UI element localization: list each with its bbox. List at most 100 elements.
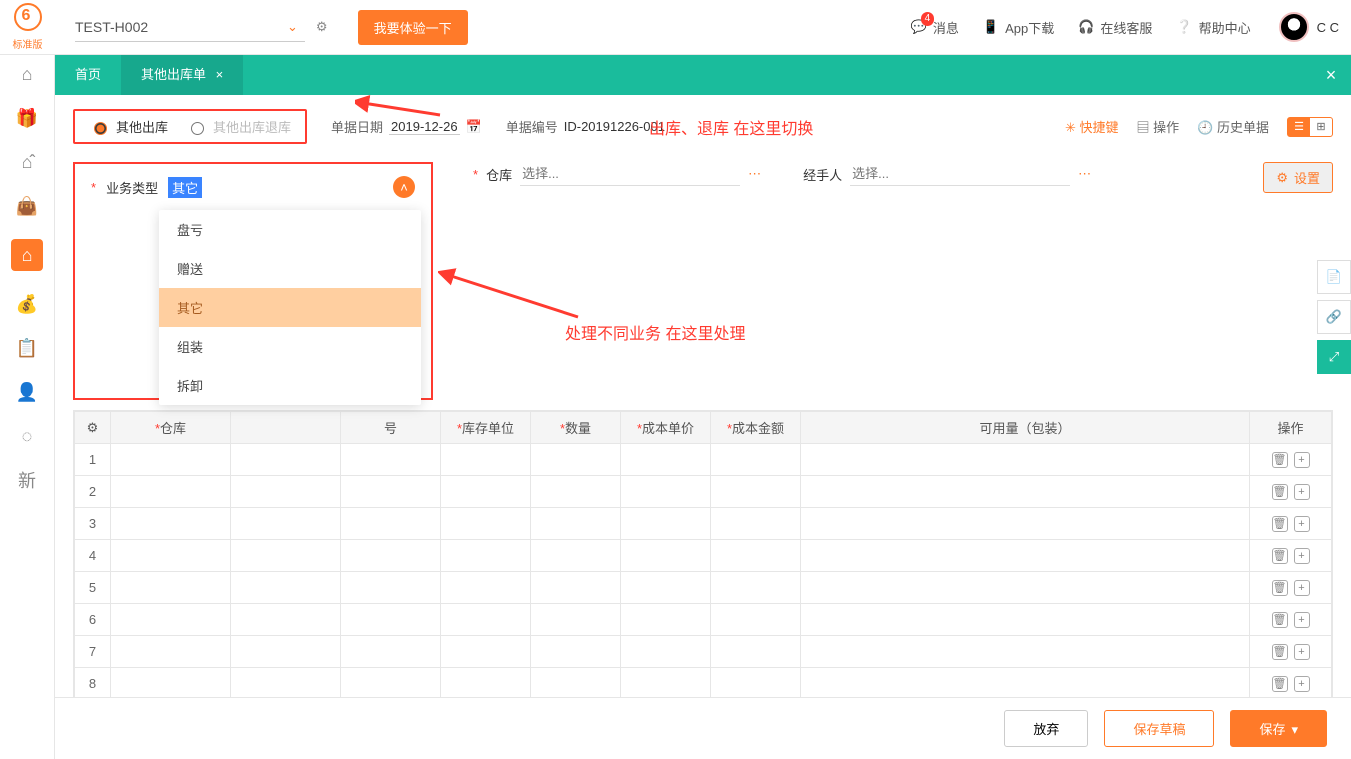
nav-person-icon[interactable]: 👤 xyxy=(16,381,38,403)
delete-icon[interactable]: 🗑 xyxy=(1272,580,1288,596)
delete-icon[interactable]: 🗑 xyxy=(1272,484,1288,500)
add-icon[interactable]: + xyxy=(1294,676,1310,692)
floating-toolbar: 📄 🔗 ⤢ xyxy=(1317,260,1351,374)
handler-field[interactable]: 经手人 ⋯ xyxy=(803,162,1093,186)
save-draft-button[interactable]: 保存草稿 xyxy=(1104,710,1214,747)
nav-rail: ⌂ 🎁 ⌂̂ 👜 ⌂ 💰 📋 👤 ◌ 新 xyxy=(0,55,55,759)
avatar[interactable] xyxy=(1279,12,1309,42)
add-icon[interactable]: + xyxy=(1294,644,1310,660)
table-row[interactable]: 5🗑+ xyxy=(75,572,1332,604)
list-view-icon[interactable]: ☰ xyxy=(1288,118,1310,136)
close-all-icon[interactable]: × xyxy=(1311,65,1351,86)
biz-option[interactable]: 盘亏 xyxy=(159,210,421,249)
gear-icon[interactable]: ⚙ xyxy=(316,19,328,35)
username: C C xyxy=(1317,20,1339,35)
biz-type-dropdown: 盘亏赠送其它组装拆卸 xyxy=(159,210,421,405)
nav-clipboard-icon[interactable]: 📋 xyxy=(16,337,38,359)
radio-return[interactable]: 其他出库退库 xyxy=(186,117,291,136)
biz-type-value: 其它 xyxy=(168,177,202,198)
nav-loop-icon[interactable]: ◌ xyxy=(16,425,38,447)
add-icon[interactable]: + xyxy=(1294,580,1310,596)
support-link[interactable]: 🎧在线客服 xyxy=(1078,18,1152,37)
link-icon[interactable]: 🔗 xyxy=(1317,300,1351,334)
settings-button[interactable]: ⚙ 设置 xyxy=(1263,162,1333,193)
biz-type-field[interactable]: * 业务类型 其它 ˄ xyxy=(91,176,415,198)
grid-view-icon[interactable]: ⊞ xyxy=(1310,118,1332,136)
nav-warehouse-icon[interactable]: ⌂ xyxy=(11,239,43,271)
add-icon[interactable]: + xyxy=(1294,484,1310,500)
settings-col-header[interactable]: ⚙ xyxy=(75,412,111,444)
radio-outbound-input[interactable] xyxy=(94,122,107,135)
save-button[interactable]: 保存▾ xyxy=(1230,710,1327,747)
table-header: ⚙ *仓库 号 *库存单位 *数量 *成本单价 *成本金额 可用量（包装） 操作 xyxy=(75,412,1332,444)
add-icon[interactable]: + xyxy=(1294,516,1310,532)
delete-icon[interactable]: 🗑 xyxy=(1272,452,1288,468)
nav-gift-icon[interactable]: 🎁 xyxy=(16,107,38,129)
nav-money-icon[interactable]: 💰 xyxy=(16,293,38,315)
nav-new-icon[interactable]: 新 xyxy=(16,469,38,491)
logo-icon xyxy=(14,3,42,31)
tab-other-outbound[interactable]: 其他出库单 × xyxy=(121,55,243,95)
table-row[interactable]: 1🗑+ xyxy=(75,444,1332,476)
annotation-text: 处理不同业务 在这里处理 xyxy=(565,320,745,344)
warehouse-field[interactable]: *仓库 ⋯ xyxy=(473,162,763,186)
table-row[interactable]: 2🗑+ xyxy=(75,476,1332,508)
table-row[interactable]: 6🗑+ xyxy=(75,604,1332,636)
close-icon[interactable]: × xyxy=(216,67,224,82)
toolbar: 其他出库 其他出库退库 单据日期 2019-12-26 📅 xyxy=(73,109,1333,144)
biz-type-field-highlight: * 业务类型 其它 ˄ 盘亏赠送其它组装拆卸 xyxy=(73,162,433,400)
app-download-link[interactable]: 📱App下载 xyxy=(983,18,1054,37)
doc-date[interactable]: 单据日期 2019-12-26 📅 xyxy=(331,117,482,136)
table-row[interactable]: 8🗑+ xyxy=(75,668,1332,698)
note-icon[interactable]: 📄 xyxy=(1317,260,1351,294)
help-link[interactable]: ❔帮助中心 xyxy=(1176,18,1250,37)
chevron-down-icon[interactable]: ⌄ xyxy=(287,19,298,35)
nav-house-icon[interactable]: ⌂̂ xyxy=(16,151,38,173)
more-icon[interactable]: ⋯ xyxy=(748,166,763,182)
delete-icon[interactable]: 🗑 xyxy=(1272,644,1288,660)
expand-icon[interactable]: ⤢ xyxy=(1317,340,1351,374)
gear-icon: ⚙ xyxy=(1276,170,1288,186)
chevron-up-icon[interactable]: ˄ xyxy=(393,176,415,198)
radio-outbound[interactable]: 其他出库 xyxy=(89,117,168,136)
table-row[interactable]: 7🗑+ xyxy=(75,636,1332,668)
trial-button[interactable]: 我要体验一下 xyxy=(358,10,468,45)
biz-option[interactable]: 其它 xyxy=(159,288,421,327)
logo-edition: 标准版 xyxy=(0,36,55,51)
delete-icon[interactable]: 🗑 xyxy=(1272,516,1288,532)
tab-home[interactable]: 首页 xyxy=(55,55,121,95)
view-toggle[interactable]: ☰ ⊞ xyxy=(1287,117,1333,137)
doc-type-radio-group: 其他出库 其他出库退库 xyxy=(73,109,307,144)
history-link[interactable]: 🕘 历史单据 xyxy=(1197,117,1269,136)
logo: 标准版 xyxy=(0,3,55,51)
page-tabs: 首页 其他出库单 × × xyxy=(55,55,1351,95)
delete-icon[interactable]: 🗑 xyxy=(1272,548,1288,564)
table-row[interactable]: 3🗑+ xyxy=(75,508,1332,540)
calendar-icon[interactable]: 📅 xyxy=(466,119,482,135)
biz-option[interactable]: 组装 xyxy=(159,327,421,366)
discard-button[interactable]: 放弃 xyxy=(1004,710,1088,747)
phone-icon: 📱 xyxy=(983,19,999,35)
handler-input[interactable] xyxy=(850,162,1070,186)
delete-icon[interactable]: 🗑 xyxy=(1272,676,1288,692)
footer-actions: 放弃 保存草稿 保存▾ xyxy=(55,697,1351,759)
warehouse-input[interactable] xyxy=(520,162,740,186)
annotation-text: 出库、退库 在这里切换 xyxy=(649,115,813,139)
messages-link[interactable]: 💬 消息 4 xyxy=(911,18,959,37)
add-icon[interactable]: + xyxy=(1294,452,1310,468)
biz-option[interactable]: 赠送 xyxy=(159,249,421,288)
biz-option[interactable]: 拆卸 xyxy=(159,366,421,405)
table-row[interactable]: 4🗑+ xyxy=(75,540,1332,572)
delete-icon[interactable]: 🗑 xyxy=(1272,612,1288,628)
chevron-down-icon: ▾ xyxy=(1291,722,1298,737)
nav-home-icon[interactable]: ⌂ xyxy=(16,63,38,85)
more-icon[interactable]: ⋯ xyxy=(1078,166,1093,182)
ops-menu[interactable]: ▤ 操作 xyxy=(1137,117,1180,136)
headset-icon: 🎧 xyxy=(1078,19,1094,35)
shortcuts-link[interactable]: ✳ 快捷键 xyxy=(1065,117,1119,136)
radio-return-input[interactable] xyxy=(191,122,204,135)
tenant-select[interactable] xyxy=(75,13,305,42)
nav-bag-icon[interactable]: 👜 xyxy=(16,195,38,217)
add-icon[interactable]: + xyxy=(1294,612,1310,628)
add-icon[interactable]: + xyxy=(1294,548,1310,564)
